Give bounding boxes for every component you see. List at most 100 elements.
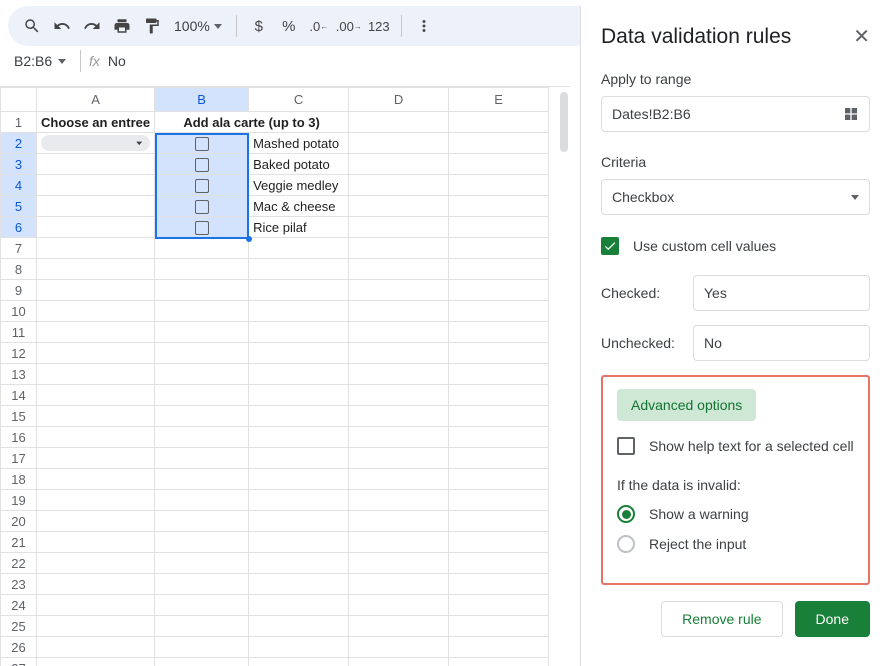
cell[interactable] [155,595,249,616]
cell[interactable] [349,511,449,532]
col-header-E[interactable]: E [449,88,549,112]
cell[interactable] [155,427,249,448]
cell[interactable] [155,490,249,511]
cell[interactable] [449,175,549,196]
cell[interactable] [349,112,449,133]
cell[interactable] [449,616,549,637]
cell[interactable] [249,280,349,301]
cell[interactable] [37,196,155,217]
cell[interactable] [349,175,449,196]
radio-show-warning[interactable]: Show a warning [617,505,854,523]
cell[interactable] [449,448,549,469]
cell[interactable] [349,217,449,238]
cell[interactable] [449,574,549,595]
cell[interactable] [449,532,549,553]
cell[interactable] [155,511,249,532]
cell[interactable] [37,532,155,553]
row-header[interactable]: 15 [1,406,37,427]
cell[interactable] [37,511,155,532]
cell-C4[interactable]: Veggie medley [249,175,349,196]
cell[interactable] [249,238,349,259]
row-header[interactable]: 16 [1,427,37,448]
row-header[interactable]: 18 [1,469,37,490]
row-header[interactable]: 21 [1,532,37,553]
cell[interactable] [449,259,549,280]
cell[interactable] [155,574,249,595]
entree-dropdown[interactable]: ▼ [41,135,150,151]
selection-handle[interactable] [246,236,252,242]
cell[interactable] [37,259,155,280]
checkbox-icon[interactable] [195,221,209,235]
cell[interactable]: Choose an entree [37,112,155,133]
checked-value-input[interactable]: Yes [693,275,870,311]
cell[interactable] [37,490,155,511]
col-header-A[interactable]: A [37,88,155,112]
cell[interactable] [349,343,449,364]
row-header[interactable]: 5 [1,196,37,217]
cell[interactable] [37,154,155,175]
cell[interactable] [155,364,249,385]
checkbox-icon[interactable] [195,179,209,193]
unchecked-value-input[interactable]: No [693,325,870,361]
cell[interactable] [155,532,249,553]
cell[interactable] [37,553,155,574]
checkbox-icon[interactable] [195,137,209,151]
cell[interactable] [449,427,549,448]
cell[interactable] [249,364,349,385]
cell[interactable] [449,217,549,238]
cell-B4[interactable] [155,175,249,196]
cell[interactable] [349,616,449,637]
cell[interactable] [155,469,249,490]
cell[interactable] [155,343,249,364]
cell[interactable] [349,196,449,217]
cell[interactable]: Add ala carte (up to 3) [155,112,349,133]
cell[interactable] [37,280,155,301]
cell[interactable] [249,448,349,469]
cell[interactable] [37,364,155,385]
checkbox-icon[interactable] [195,158,209,172]
cell[interactable] [449,637,549,658]
cell[interactable] [249,637,349,658]
cell[interactable] [37,427,155,448]
cell[interactable] [449,322,549,343]
row-header[interactable]: 26 [1,637,37,658]
cell[interactable] [349,385,449,406]
cell[interactable] [349,595,449,616]
cell[interactable] [249,595,349,616]
cell[interactable] [155,406,249,427]
row-header[interactable]: 8 [1,259,37,280]
cell[interactable] [37,238,155,259]
col-header-D[interactable]: D [349,88,449,112]
cell[interactable] [349,532,449,553]
cell[interactable] [37,217,155,238]
cell[interactable] [155,238,249,259]
more-icon[interactable] [410,12,438,40]
cell[interactable] [249,259,349,280]
criteria-select[interactable]: Checkbox [601,179,870,215]
increase-decimal-icon[interactable]: .00→ [335,12,363,40]
formula-bar-value[interactable]: No [108,53,126,69]
cell[interactable] [349,448,449,469]
cell[interactable] [249,511,349,532]
cell[interactable] [37,385,155,406]
cell[interactable] [349,490,449,511]
cell-B5[interactable] [155,196,249,217]
col-header-B[interactable]: B [155,88,249,112]
cell[interactable] [249,532,349,553]
advanced-options-toggle[interactable]: Advanced options [617,389,756,421]
cell[interactable] [349,658,449,666]
cell[interactable] [249,553,349,574]
cell[interactable] [155,658,249,666]
cell[interactable] [249,658,349,666]
cell[interactable] [449,343,549,364]
cell-C3[interactable]: Baked potato [249,154,349,175]
row-header[interactable]: 1 [1,112,37,133]
use-custom-values-checkbox[interactable]: Use custom cell values [601,237,870,255]
cell[interactable] [449,595,549,616]
cell-B3[interactable] [155,154,249,175]
row-header[interactable]: 11 [1,322,37,343]
row-header[interactable]: 25 [1,616,37,637]
cell[interactable] [449,490,549,511]
col-header-C[interactable]: C [249,88,349,112]
cell[interactable] [37,616,155,637]
